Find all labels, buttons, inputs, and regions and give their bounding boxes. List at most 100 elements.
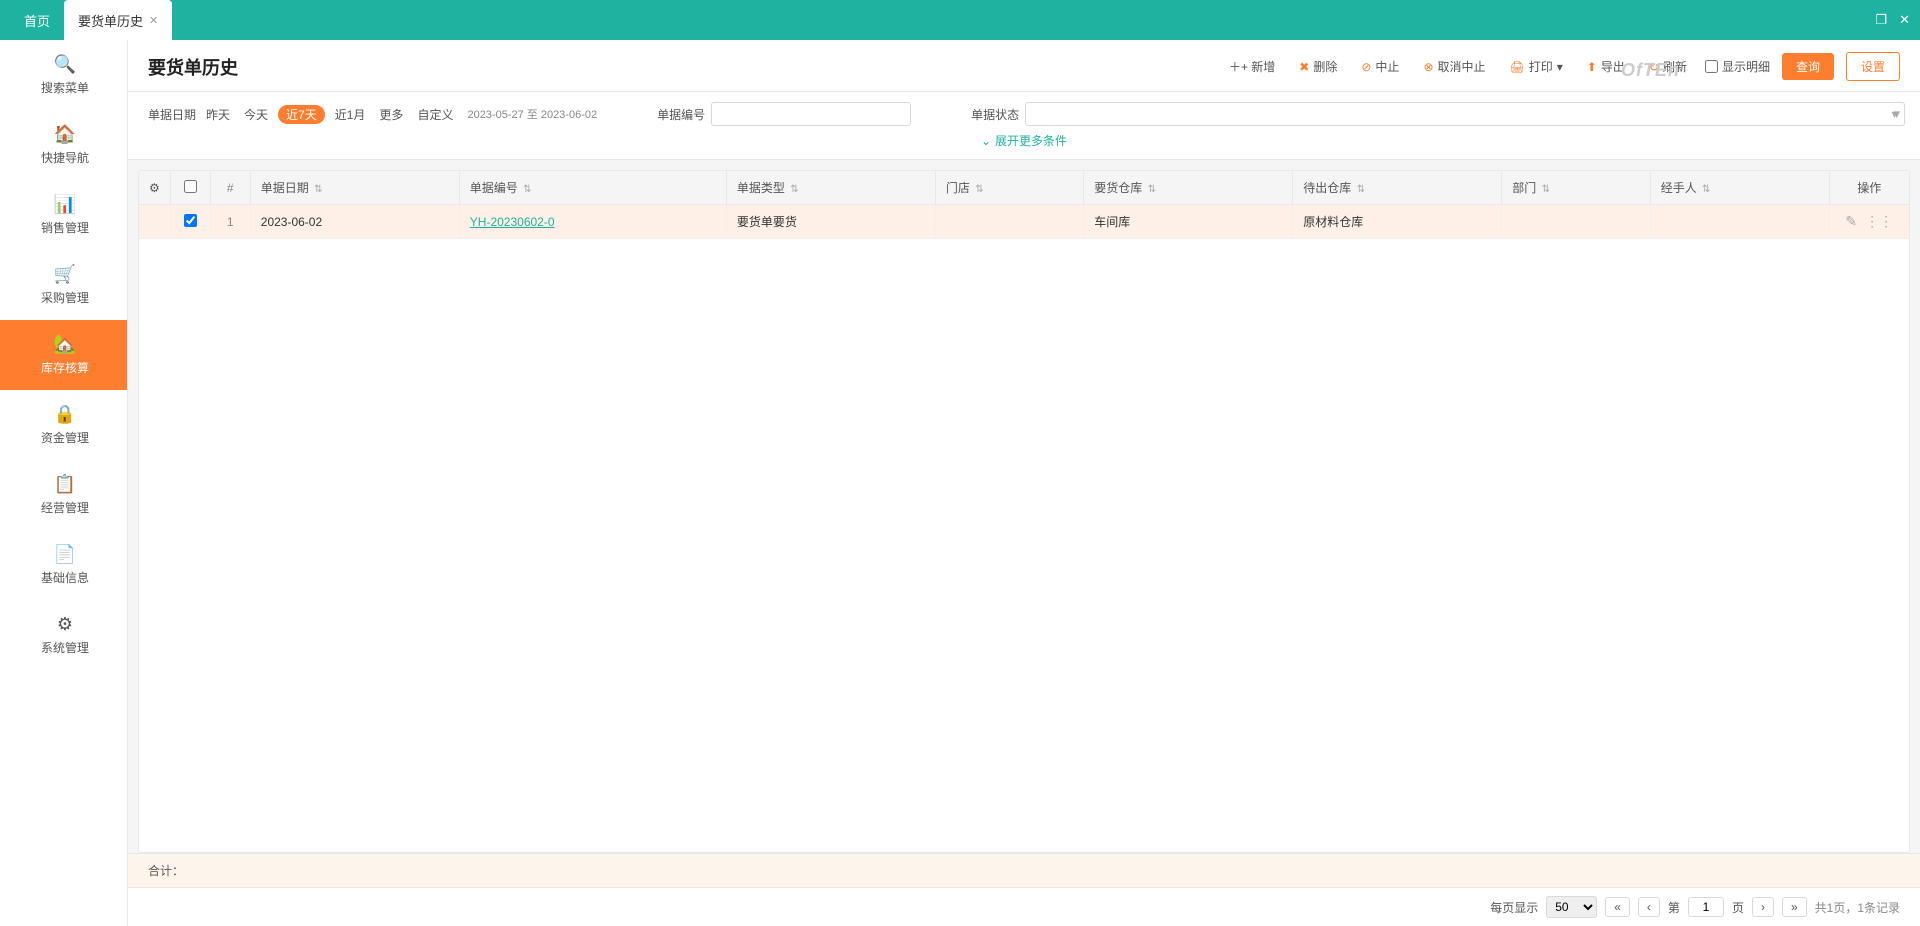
settings-btn[interactable]: 设置 (1846, 52, 1900, 81)
suspend-label: 中止 (1375, 58, 1399, 75)
sidebar-item-inventory[interactable]: 🏡 库存核算 (0, 320, 127, 390)
cancel-suspend-icon: ⊗ (1423, 60, 1433, 74)
doc-number-input[interactable] (711, 102, 911, 126)
tab-home[interactable]: 首页 (10, 0, 64, 40)
sidebar-item-basic[interactable]: 📄 基础信息 (0, 530, 127, 600)
date-option-7days[interactable]: 近7天 (278, 105, 325, 124)
row-date-cell: 2023-06-02 (250, 205, 459, 239)
pagination-bar: 每页显示 50 20 100 « ‹ 第 页 › » 共1页，1条记录 (128, 887, 1920, 926)
close-btn[interactable]: ✕ (1899, 12, 1910, 28)
expand-more-btn[interactable]: ⌄ 展开更多条件 (148, 132, 1900, 149)
print-btn[interactable]: 🖨 打印 ▾ (1504, 54, 1569, 79)
col-docno-header[interactable]: 单据编号 ⇅ (459, 171, 726, 205)
sidebar-item-purchase[interactable]: 🛒 采购管理 (0, 250, 127, 320)
sidebar: 🔍 搜索菜单 🏠 快捷导航 📊 销售管理 🛒 采购管理 🏡 库存核算 🔒 资金管… (0, 40, 128, 926)
col-pendwh-label: 待出仓库 (1303, 181, 1351, 195)
date-option-1month[interactable]: 近1月 (331, 105, 370, 124)
row-num-cell: 1 (210, 205, 250, 239)
sidebar-item-sales[interactable]: 📊 销售管理 (0, 180, 127, 250)
edit-action-icon[interactable]: ✎ (1845, 213, 1857, 230)
search-icon: 🔍 (54, 54, 76, 75)
delete-label: 删除 (1313, 58, 1337, 75)
filter-group-status: 单据状态 ▾ (971, 102, 1900, 126)
per-page-select[interactable]: 50 20 100 (1546, 896, 1597, 918)
restore-btn[interactable]: ❐ (1875, 12, 1887, 28)
action-icons: ✎ ⋮⋮ (1840, 213, 1900, 230)
date-option-yesterday[interactable]: 昨天 (202, 105, 234, 124)
per-page-label: 每页显示 (1490, 899, 1538, 916)
select-all-checkbox[interactable] (184, 180, 197, 193)
doc-status-select[interactable] (1025, 102, 1905, 126)
tab-history-label: 要货单历史 (78, 11, 143, 30)
table-footer: 合计： (128, 853, 1920, 887)
more-action-icon[interactable]: ⋮⋮ (1865, 213, 1893, 230)
prev-page-btn[interactable]: ‹ (1638, 897, 1660, 917)
show-detail-checkbox[interactable] (1705, 60, 1718, 73)
system-icon: ⚙ (57, 614, 73, 635)
total-info: 共1页，1条记录 (1815, 899, 1900, 916)
tab-close-icon[interactable]: ✕ (149, 14, 158, 27)
basic-icon: 📄 (54, 544, 76, 565)
col-store-sort-icon: ⇅ (975, 184, 983, 195)
date-option-today[interactable]: 今天 (240, 105, 272, 124)
first-page-btn[interactable]: « (1605, 897, 1630, 917)
sidebar-item-system[interactable]: ⚙ 系统管理 (0, 600, 127, 670)
expand-label: 展开更多条件 (995, 132, 1067, 149)
date-option-custom[interactable]: 自定义 (413, 105, 457, 124)
col-doctype-header[interactable]: 单据类型 ⇅ (726, 171, 935, 205)
last-page-btn[interactable]: » (1782, 897, 1807, 917)
inventory-icon: 🏡 (54, 334, 76, 355)
page-input[interactable] (1688, 897, 1724, 917)
sidebar-label-search: 搜索菜单 (41, 79, 89, 96)
home-icon: 🏠 (54, 124, 76, 145)
sidebar-label-operation: 经营管理 (41, 499, 89, 516)
sidebar-label-shortcut: 快捷导航 (41, 149, 89, 166)
sidebar-item-search[interactable]: 🔍 搜索菜单 (0, 40, 127, 110)
purchase-icon: 🛒 (54, 264, 76, 285)
refresh-label: 刷新 (1663, 58, 1687, 75)
col-handler-label: 经手人 (1661, 181, 1697, 195)
sidebar-item-operation[interactable]: 📋 经营管理 (0, 460, 127, 530)
cancel-suspend-btn[interactable]: ⊗ 取消中止 (1417, 54, 1491, 79)
date-option-more[interactable]: 更多 (375, 105, 407, 124)
table-area: ⚙ # 单据日期 ⇅ 单据编号 ⇅ (138, 170, 1910, 853)
sidebar-label-system: 系统管理 (41, 639, 89, 656)
row-store-cell (935, 205, 1083, 239)
new-btn[interactable]: ＋ + 新增 (1223, 54, 1281, 79)
col-dept-header[interactable]: 部门 ⇅ (1502, 171, 1650, 205)
row-handler-cell (1650, 205, 1829, 239)
row-docno-cell: YH-20230602-0 (459, 205, 726, 239)
col-reqwh-header[interactable]: 要货仓库 ⇅ (1084, 171, 1293, 205)
sidebar-item-finance[interactable]: 🔒 资金管理 (0, 390, 127, 460)
expand-icon: ⌄ (981, 134, 991, 148)
tab-history[interactable]: 要货单历史 ✕ (64, 0, 172, 40)
col-date-header[interactable]: 单据日期 ⇅ (250, 171, 459, 205)
col-handler-header[interactable]: 经手人 ⇅ (1650, 171, 1829, 205)
sidebar-label-purchase: 采购管理 (41, 289, 89, 306)
jump-label: 第 (1668, 899, 1680, 916)
sidebar-item-shortcut[interactable]: 🏠 快捷导航 (0, 110, 127, 180)
doc-number-label: 单据编号 (657, 106, 705, 123)
col-settings[interactable]: ⚙ (139, 171, 170, 205)
show-detail-btn[interactable]: 显示明细 (1705, 58, 1770, 75)
new-icon: ＋ (1229, 58, 1241, 75)
refresh-btn[interactable]: ↻ 刷新 (1643, 54, 1693, 79)
query-btn[interactable]: 查询 (1782, 53, 1834, 80)
next-page-btn[interactable]: › (1752, 897, 1774, 917)
col-reqwh-sort-icon: ⇅ (1148, 184, 1156, 195)
col-store-header[interactable]: 门店 ⇅ (935, 171, 1083, 205)
delete-btn[interactable]: ✖ 删除 (1293, 54, 1343, 79)
row-docno-link[interactable]: YH-20230602-0 (470, 215, 555, 229)
col-reqwh-label: 要货仓库 (1094, 181, 1142, 195)
row-checkbox[interactable] (184, 214, 197, 227)
sidebar-label-finance: 资金管理 (41, 429, 89, 446)
page-header: 要货单历史 ＋ + 新增 ✖ 删除 ⊘ 中止 ⊗ (128, 40, 1920, 92)
export-btn[interactable]: ⬆ 导出 (1581, 54, 1631, 79)
sales-icon: 📊 (54, 194, 76, 215)
print-dropdown-icon: ▾ (1557, 60, 1563, 74)
col-handler-sort-icon: ⇅ (1702, 184, 1710, 195)
col-pendwh-header[interactable]: 待出仓库 ⇅ (1293, 171, 1502, 205)
col-pendwh-sort-icon: ⇅ (1357, 184, 1365, 195)
export-icon: ⬆ (1587, 60, 1597, 74)
suspend-btn[interactable]: ⊘ 中止 (1355, 54, 1405, 79)
